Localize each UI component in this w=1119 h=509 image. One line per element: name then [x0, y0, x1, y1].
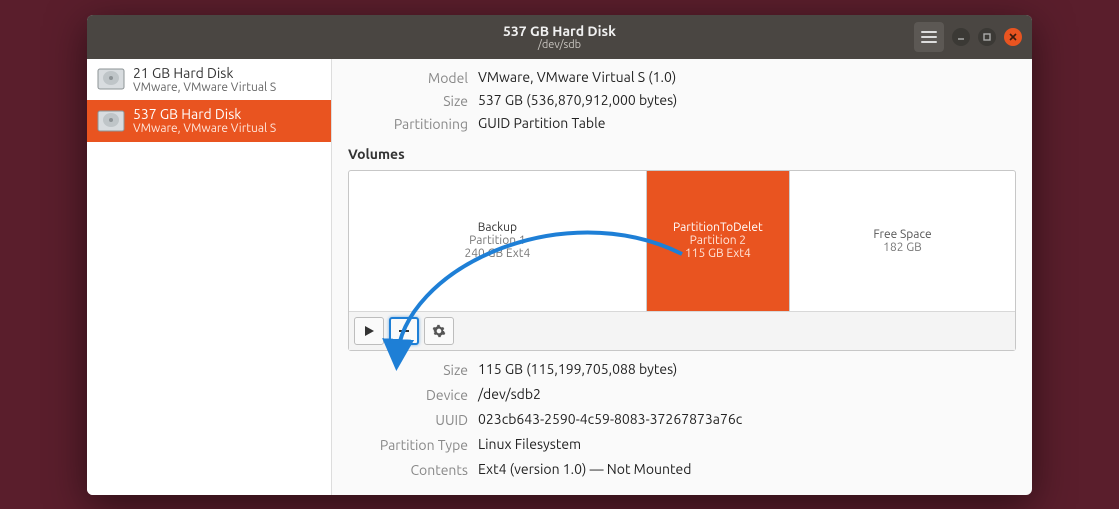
delete-partition-button[interactable]	[389, 317, 419, 345]
part-device-label: Device	[348, 386, 468, 403]
partition-0[interactable]: Backup Partition 1 240 GB Ext4	[349, 171, 647, 311]
partition-name: PartitionToDelet	[673, 221, 763, 234]
partitioning-label: Partitioning	[348, 115, 468, 132]
mount-button[interactable]	[354, 317, 384, 345]
disk-item-title: 537 GB Hard Disk	[133, 106, 276, 122]
part-uuid-value: 023cb643-2590-4c59-8083-37267873a76c	[478, 411, 1016, 428]
size-label: Size	[348, 92, 468, 109]
close-icon	[1008, 32, 1018, 42]
part-type-label: Partition Type	[348, 436, 468, 453]
partition-details: Size 115 GB (115,199,705,088 bytes) Devi…	[348, 361, 1016, 478]
disk-item-title: 21 GB Hard Disk	[133, 65, 276, 81]
part-device-value: /dev/sdb2	[478, 386, 1016, 403]
part-size-value: 115 GB (115,199,705,088 bytes)	[478, 361, 1016, 378]
maximize-icon	[982, 32, 992, 42]
partition-size: 182 GB	[883, 241, 922, 254]
disk-item-1[interactable]: 537 GB Hard Disk VMware, VMware Virtual …	[87, 100, 331, 142]
disk-item-subtitle: VMware, VMware Virtual S	[133, 122, 276, 136]
hamburger-icon	[921, 31, 937, 43]
part-type-value: Linux Filesystem	[478, 436, 1016, 453]
main-pane: Model VMware, VMware Virtual S (1.0) Siz…	[332, 59, 1032, 495]
partition-subtitle: Partition 1	[469, 234, 525, 247]
size-value: 537 GB (536,870,912,000 bytes)	[478, 92, 1016, 109]
gear-icon	[432, 324, 446, 338]
minus-icon	[397, 324, 411, 338]
close-button[interactable]	[1004, 28, 1022, 46]
volumes-section-title: Volumes	[348, 146, 1016, 162]
partition-bar: Backup Partition 1 240 GB Ext4 Partition…	[349, 171, 1015, 311]
disk-sidebar: 21 GB Hard Disk VMware, VMware Virtual S…	[87, 59, 332, 495]
partition-name: Free Space	[873, 228, 931, 241]
partition-toolbar	[349, 311, 1015, 350]
volumes-frame: Backup Partition 1 240 GB Ext4 Partition…	[348, 170, 1016, 351]
hamburger-menu-button[interactable]	[914, 22, 944, 52]
disk-item-0[interactable]: 21 GB Hard Disk VMware, VMware Virtual S	[87, 59, 331, 101]
part-size-label: Size	[348, 361, 468, 378]
partition-size: 115 GB Ext4	[685, 247, 751, 260]
window-subtitle: /dev/sdb	[87, 39, 1032, 51]
partition-options-button[interactable]	[424, 317, 454, 345]
minimize-icon	[956, 32, 966, 42]
hard-disk-icon	[97, 68, 125, 90]
part-uuid-label: UUID	[348, 411, 468, 428]
part-contents-value: Ext4 (version 1.0) — Not Mounted	[478, 461, 1016, 478]
titlebar: 537 GB Hard Disk /dev/sdb	[87, 15, 1032, 59]
part-contents-label: Contents	[348, 461, 468, 478]
partition-size: 240 GB Ext4	[464, 247, 530, 260]
disks-window: 537 GB Hard Disk /dev/sdb	[87, 15, 1032, 495]
window-title: 537 GB Hard Disk	[87, 23, 1032, 39]
hard-disk-icon	[97, 110, 125, 132]
disk-properties: Model VMware, VMware Virtual S (1.0) Siz…	[348, 69, 1016, 132]
maximize-button[interactable]	[978, 28, 996, 46]
partition-1[interactable]: PartitionToDelet Partition 2 115 GB Ext4	[647, 171, 790, 311]
model-value: VMware, VMware Virtual S (1.0)	[478, 69, 1016, 86]
disk-item-subtitle: VMware, VMware Virtual S	[133, 81, 276, 95]
model-label: Model	[348, 69, 468, 86]
partition-free-space[interactable]: Free Space 182 GB	[790, 171, 1015, 311]
partition-subtitle: Partition 2	[690, 234, 746, 247]
partitioning-value: GUID Partition Table	[478, 115, 1016, 132]
minimize-button[interactable]	[952, 28, 970, 46]
play-icon	[363, 325, 375, 337]
partition-name: Backup	[478, 221, 517, 234]
